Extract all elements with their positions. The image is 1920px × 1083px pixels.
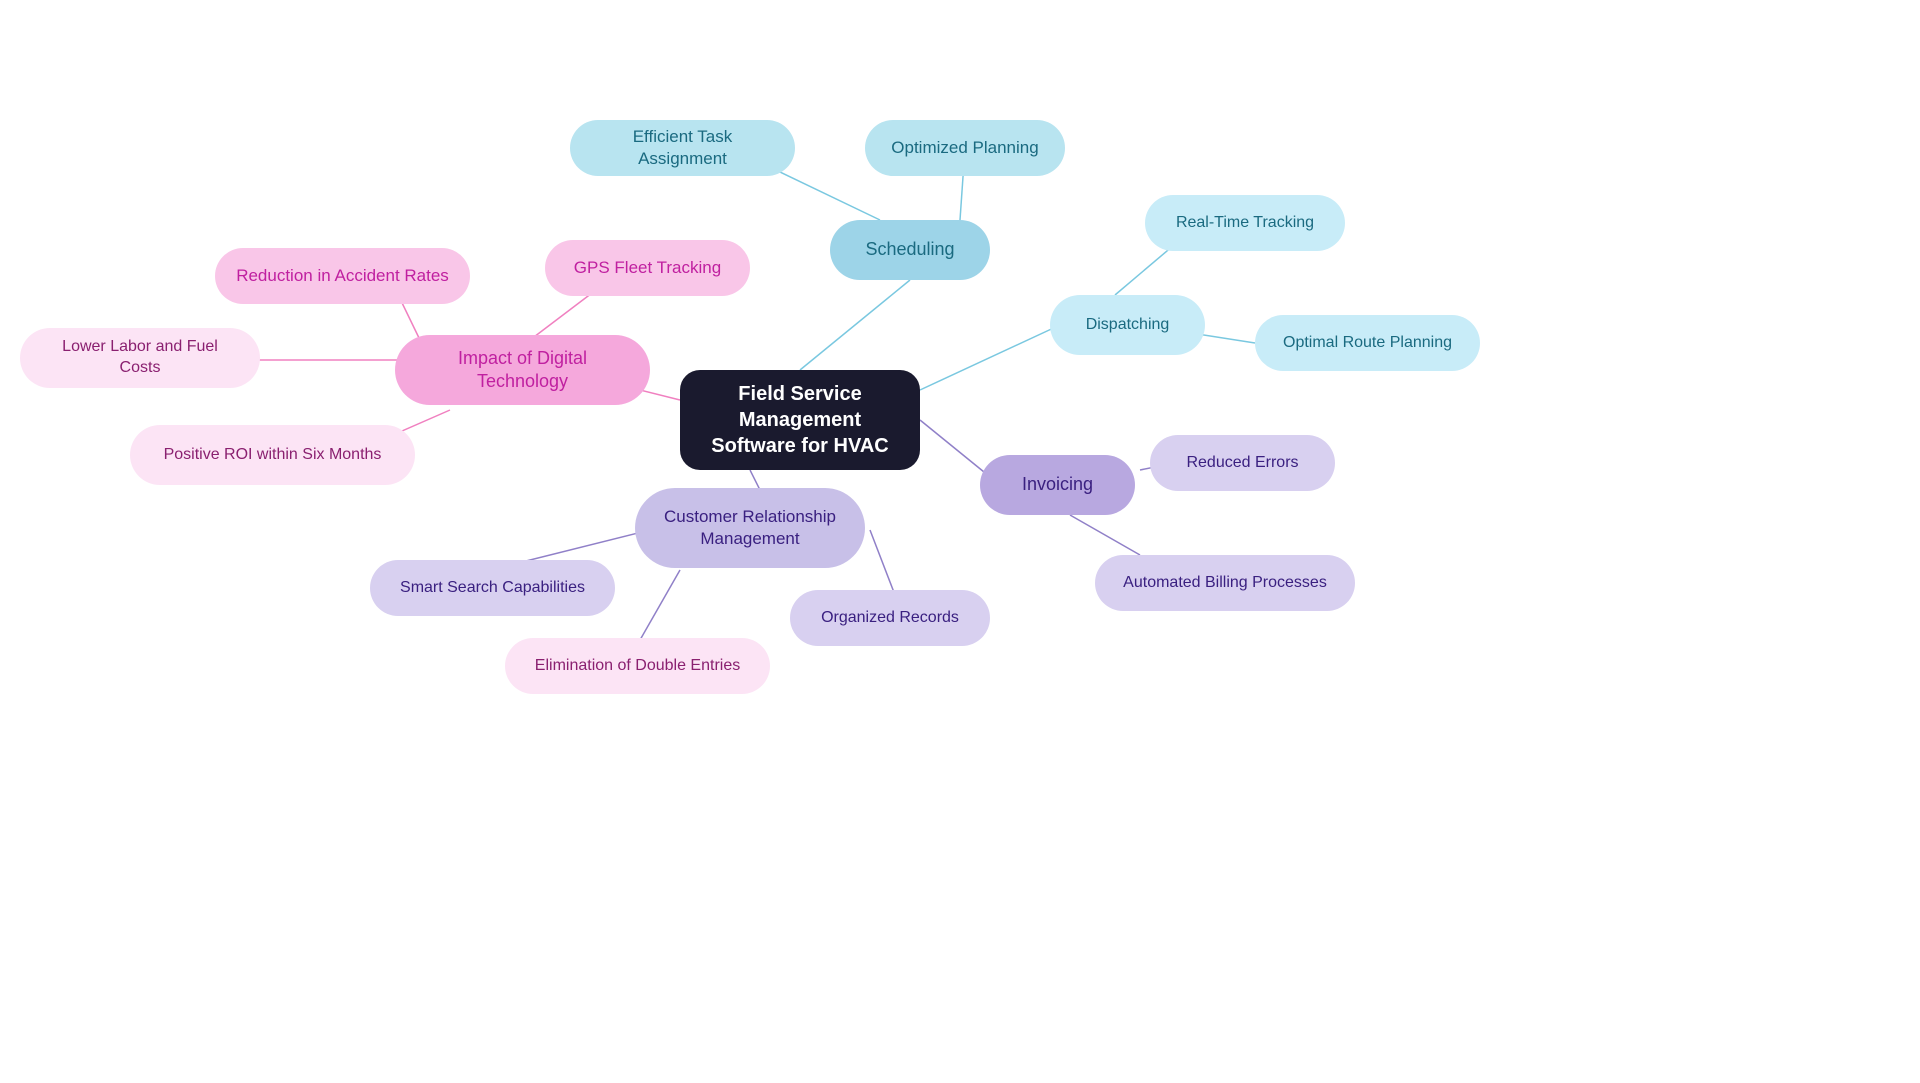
organized-records-label: Organized Records: [821, 608, 959, 629]
gps-fleet-node: GPS Fleet Tracking: [545, 240, 750, 296]
crm-node: Customer Relationship Management: [635, 488, 865, 568]
scheduling-label: Scheduling: [865, 238, 954, 261]
invoicing-node: Invoicing: [980, 455, 1135, 515]
gps-fleet-label: GPS Fleet Tracking: [574, 257, 721, 279]
positive-roi-node: Positive ROI within Six Months: [130, 425, 415, 485]
optimized-planning-node: Optimized Planning: [865, 120, 1065, 176]
organized-records-node: Organized Records: [790, 590, 990, 646]
center-node: Field Service Management Software for HV…: [680, 370, 920, 470]
automated-billing-node: Automated Billing Processes: [1095, 555, 1355, 611]
optimal-route-label: Optimal Route Planning: [1283, 333, 1452, 354]
reduced-errors-node: Reduced Errors: [1150, 435, 1335, 491]
optimal-route-node: Optimal Route Planning: [1255, 315, 1480, 371]
center-label: Field Service Management Software for HV…: [700, 381, 900, 459]
efficient-task-label: Efficient Task Assignment: [590, 126, 775, 170]
elimination-label: Elimination of Double Entries: [535, 656, 740, 677]
smart-search-label: Smart Search Capabilities: [400, 578, 585, 599]
crm-label: Customer Relationship Management: [664, 506, 836, 550]
positive-roi-label: Positive ROI within Six Months: [164, 445, 382, 466]
efficient-task-node: Efficient Task Assignment: [570, 120, 795, 176]
lower-labor-label: Lower Labor and Fuel Costs: [40, 337, 240, 379]
real-time-tracking-label: Real-Time Tracking: [1176, 213, 1314, 234]
impact-digital-label: Impact of Digital Technology: [415, 347, 630, 394]
impact-digital-node: Impact of Digital Technology: [395, 335, 650, 405]
dispatching-label: Dispatching: [1086, 315, 1170, 336]
scheduling-node: Scheduling: [830, 220, 990, 280]
real-time-tracking-node: Real-Time Tracking: [1145, 195, 1345, 251]
optimized-planning-label: Optimized Planning: [891, 137, 1038, 159]
dispatching-node: Dispatching: [1050, 295, 1205, 355]
lower-labor-node: Lower Labor and Fuel Costs: [20, 328, 260, 388]
automated-billing-label: Automated Billing Processes: [1123, 573, 1327, 594]
smart-search-node: Smart Search Capabilities: [370, 560, 615, 616]
reduction-accident-node: Reduction in Accident Rates: [215, 248, 470, 304]
reduced-errors-label: Reduced Errors: [1186, 453, 1298, 474]
elimination-node: Elimination of Double Entries: [505, 638, 770, 694]
reduction-accident-label: Reduction in Accident Rates: [236, 265, 449, 287]
invoicing-label: Invoicing: [1022, 473, 1093, 496]
